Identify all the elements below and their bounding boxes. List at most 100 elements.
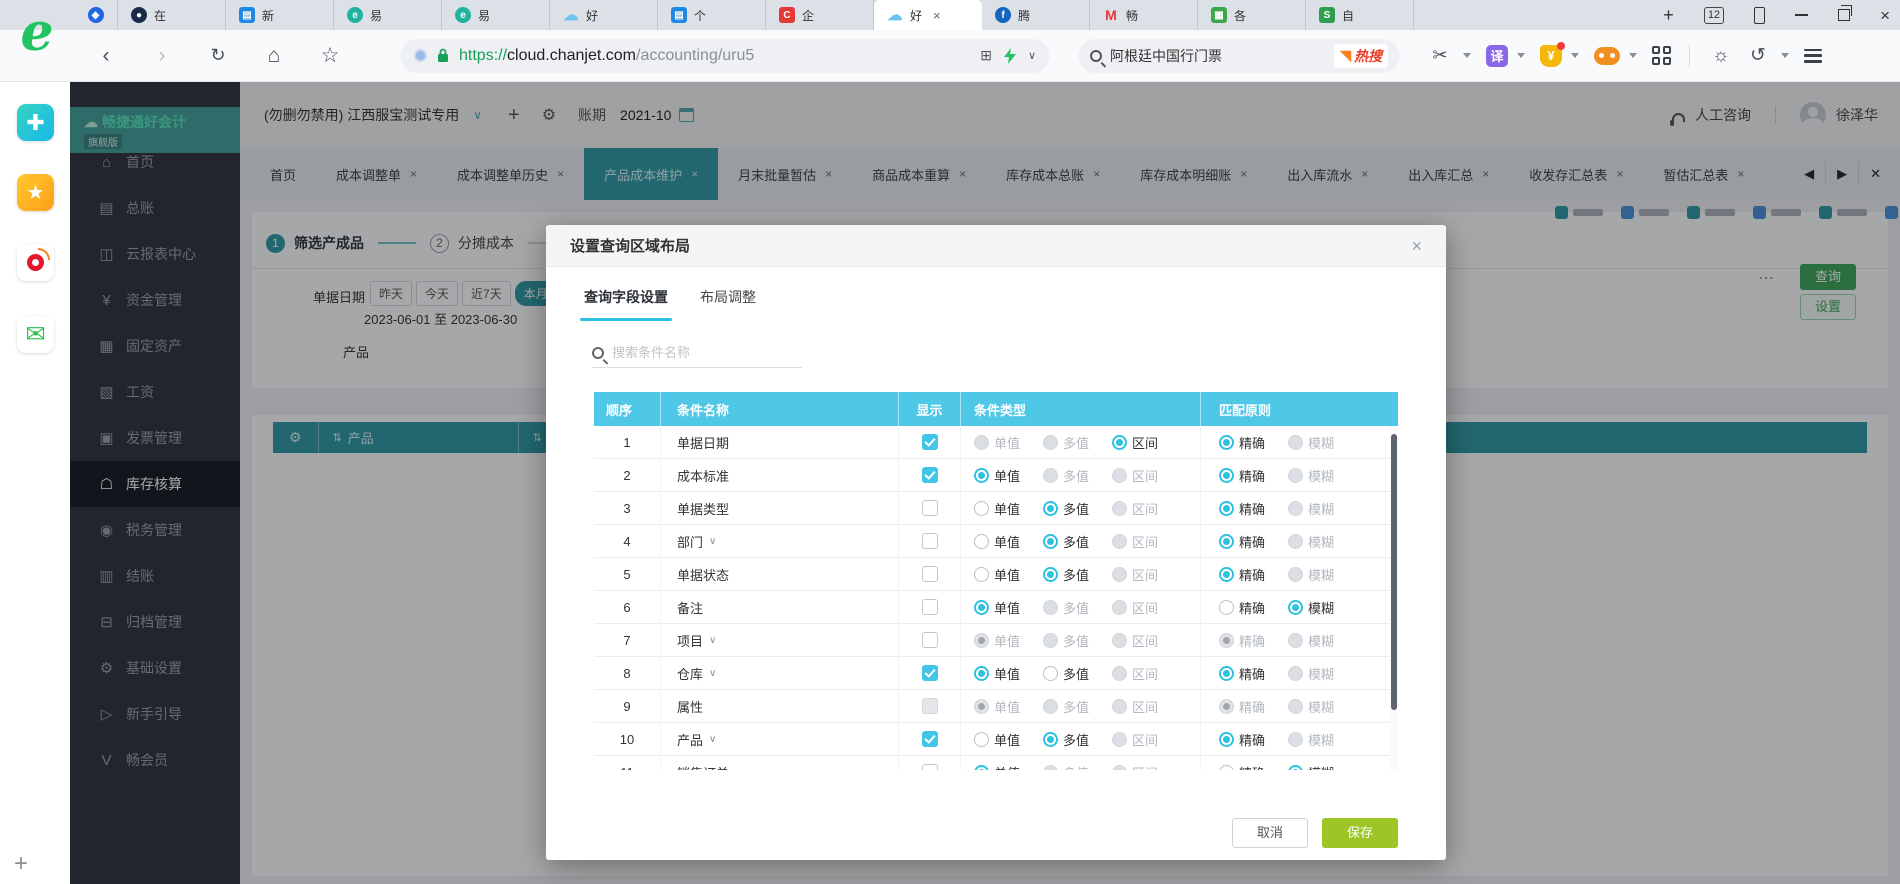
game-dropdown-icon[interactable]	[1629, 53, 1637, 58]
favorites-star-app-icon[interactable]: ★	[17, 174, 54, 211]
tab-close-icon[interactable]: ×	[933, 8, 941, 23]
back-button[interactable]: ‹	[92, 44, 120, 68]
radio-区间	[1112, 665, 1128, 681]
restore-button[interactable]	[1838, 5, 1853, 21]
browser-tab[interactable]: S自	[1306, 0, 1414, 30]
browser-tab-pinned[interactable]: ◈	[74, 0, 118, 30]
radio-多值[interactable]	[1043, 731, 1059, 747]
radio-单值[interactable]	[974, 764, 989, 770]
browser-tab[interactable]: C企	[766, 0, 874, 30]
radio-多值[interactable]	[1043, 533, 1059, 549]
radio-单值[interactable]	[974, 566, 989, 582]
radio-多值[interactable]	[1043, 665, 1059, 681]
radio-单值[interactable]	[974, 599, 989, 615]
show-checkbox[interactable]	[921, 764, 938, 770]
hot-search-badge[interactable]: ◥ 热搜	[1334, 43, 1388, 68]
refresh-button[interactable]: ↻	[204, 45, 232, 66]
apps-grid-icon[interactable]	[1652, 45, 1672, 66]
radio-单值[interactable]	[974, 467, 989, 483]
new-tab-button[interactable]: +	[1663, 5, 1674, 26]
condition-search-input[interactable]	[612, 345, 772, 360]
game-center-icon[interactable]	[1594, 46, 1620, 65]
show-checkbox[interactable]	[921, 599, 938, 615]
browser-search-box[interactable]: ◥ 热搜	[1078, 38, 1400, 73]
radio-模糊[interactable]	[1288, 599, 1304, 615]
chevron-down-icon[interactable]: ∨	[709, 734, 716, 745]
shield-dropdown-icon[interactable]	[1571, 53, 1579, 58]
chevron-down-icon[interactable]: ∨	[709, 536, 716, 547]
show-checkbox[interactable]	[921, 434, 938, 450]
radio-精确[interactable]	[1219, 533, 1234, 549]
mail-app-icon[interactable]: ✉	[17, 316, 54, 353]
browser-search-input[interactable]	[1110, 47, 1290, 64]
browser-tab[interactable]: ● 在	[118, 0, 226, 30]
speed-lightning-icon[interactable]	[1003, 47, 1016, 64]
browser-tab[interactable]: ☁ 好 ×	[874, 0, 982, 30]
url-bar[interactable]: https://cloud.chanjet.com/accounting/uru…	[400, 38, 1050, 73]
radio-精确[interactable]	[1219, 731, 1234, 747]
chevron-down-icon[interactable]: ∨	[709, 635, 716, 646]
chanjet-app-icon[interactable]: ✚	[17, 104, 54, 141]
show-checkbox[interactable]	[921, 665, 938, 681]
chevron-down-icon[interactable]: ∨	[709, 668, 716, 679]
scrollbar-thumb[interactable]	[1391, 434, 1397, 710]
radio-单值[interactable]	[974, 731, 989, 747]
radio-精确[interactable]	[1219, 566, 1234, 582]
browser-tab[interactable]: e易	[334, 0, 442, 30]
radio-精确[interactable]	[1219, 764, 1234, 770]
qr-code-icon[interactable]: ⊞	[980, 47, 992, 64]
radio-单值[interactable]	[974, 500, 989, 516]
translate-icon[interactable]: 译	[1486, 44, 1508, 67]
show-checkbox[interactable]	[921, 467, 938, 483]
history-dropdown-icon[interactable]	[1781, 53, 1789, 58]
forward-button[interactable]: ›	[148, 44, 176, 68]
radio-单值[interactable]	[974, 533, 989, 549]
table-scrollbar[interactable]	[1390, 426, 1398, 770]
cancel-button[interactable]: 取消	[1232, 818, 1308, 848]
radio-精确[interactable]	[1219, 599, 1234, 615]
radio-多值[interactable]	[1043, 566, 1059, 582]
browser-tab[interactable]: ☁ 好	[550, 0, 658, 30]
urlbar-dropdown-icon[interactable]: ∨	[1028, 49, 1036, 62]
tab-query-fields[interactable]: 查询字段设置	[580, 287, 672, 321]
condition-search-box[interactable]	[592, 338, 802, 368]
wallet-shield-icon[interactable]: ¥	[1540, 41, 1565, 67]
browser-tab[interactable]: M畅	[1090, 0, 1198, 30]
modal-close-icon[interactable]: ×	[1411, 237, 1422, 255]
show-checkbox[interactable]	[921, 533, 938, 549]
radio-精确[interactable]	[1219, 467, 1234, 483]
radio-精确[interactable]	[1219, 665, 1234, 681]
weibo-app-icon[interactable]	[17, 244, 54, 281]
browser-tab[interactable]: ▦ 各	[1198, 0, 1306, 30]
menu-icon[interactable]	[1804, 48, 1822, 63]
radio-模糊[interactable]	[1288, 764, 1304, 770]
browser-tab[interactable]: f腾	[982, 0, 1090, 30]
tab-layout-adjust[interactable]: 布局调整	[700, 287, 756, 321]
mobile-view-icon[interactable]	[1754, 6, 1766, 24]
show-checkbox[interactable]	[921, 632, 938, 648]
radio-精确[interactable]	[1219, 500, 1234, 516]
screenshot-scissors-icon[interactable]: ✂	[1426, 45, 1454, 66]
day-night-mode-icon[interactable]: ☼	[1707, 45, 1735, 67]
add-app-button[interactable]: +	[14, 850, 28, 878]
radio-单值[interactable]	[974, 665, 989, 681]
radio-精确[interactable]	[1219, 434, 1234, 450]
minimize-button[interactable]	[1795, 14, 1809, 16]
window-close-button[interactable]: ×	[1880, 7, 1890, 24]
browser-tab[interactable]: ▤ 新	[226, 0, 334, 30]
browser-tab[interactable]: ▤ 个	[658, 0, 766, 30]
browser-tab[interactable]: e易	[442, 0, 550, 30]
undo-history-icon[interactable]: ↺	[1744, 44, 1772, 67]
radio-区间[interactable]	[1112, 434, 1128, 450]
home-button[interactable]: ⌂	[260, 44, 288, 68]
show-checkbox[interactable]	[921, 500, 938, 516]
download-count-badge[interactable]: 12	[1703, 6, 1725, 24]
translate-dropdown-icon[interactable]	[1517, 53, 1525, 58]
show-checkbox[interactable]	[921, 731, 938, 747]
save-button[interactable]: 保存	[1322, 818, 1398, 848]
site-info-icon[interactable]	[414, 49, 427, 62]
bookmark-star-icon[interactable]: ☆	[316, 43, 344, 68]
scissors-dropdown-icon[interactable]	[1463, 53, 1471, 58]
radio-多值[interactable]	[1043, 500, 1059, 516]
show-checkbox[interactable]	[921, 566, 938, 582]
